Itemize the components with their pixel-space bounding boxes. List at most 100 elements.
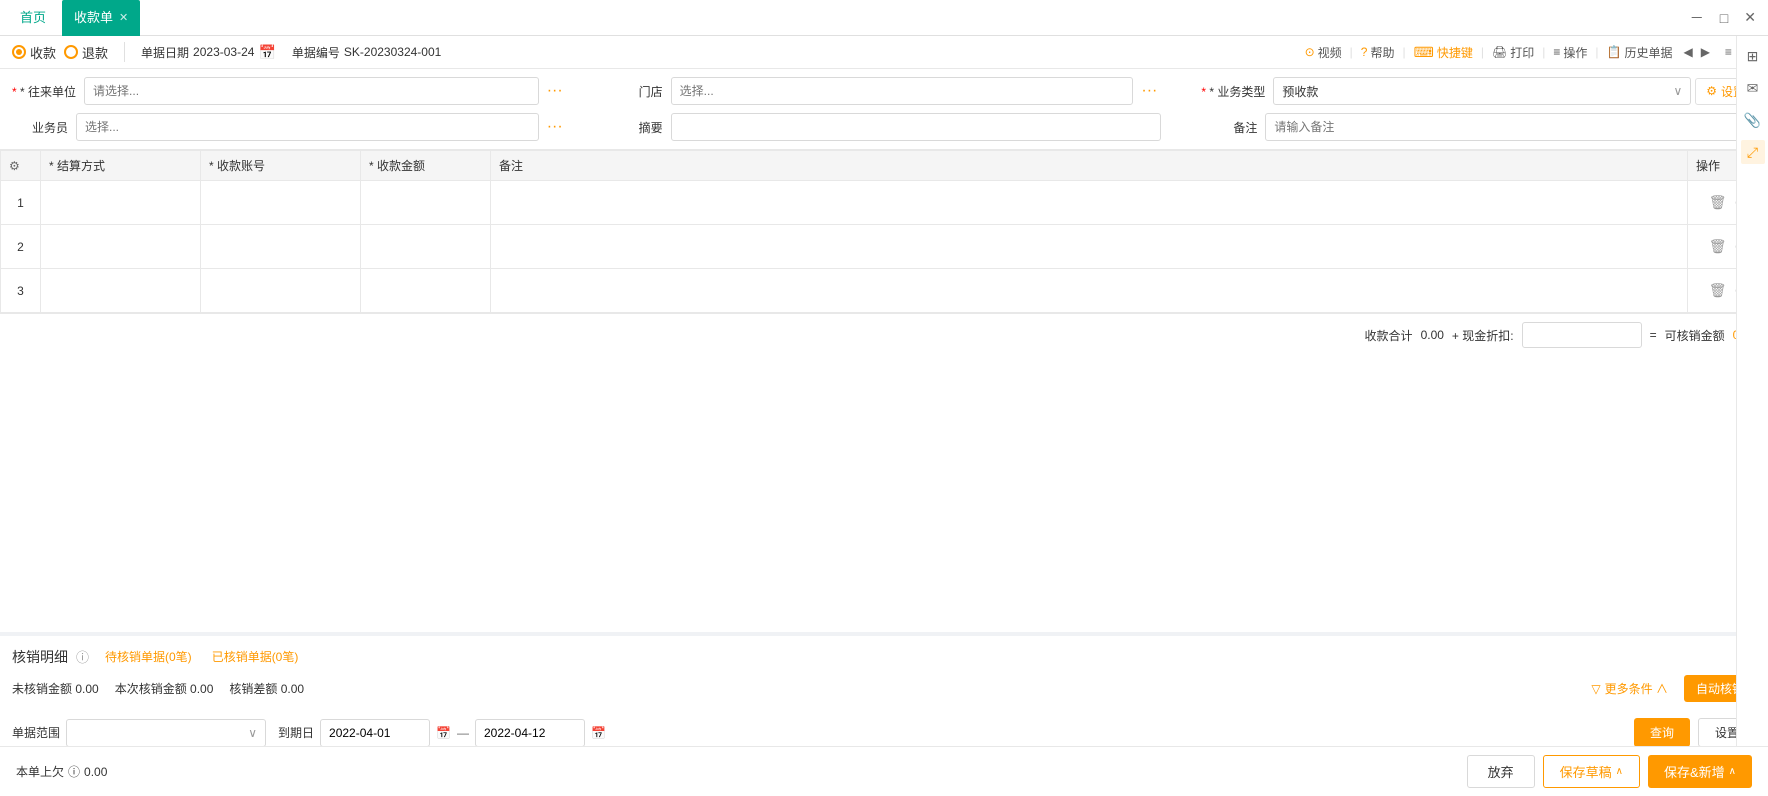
summary-input[interactable] xyxy=(671,113,1162,141)
row-num-3: 3 xyxy=(1,269,41,313)
receipt-type-radio-group: 收款 退款 xyxy=(12,43,108,62)
date-separator: — xyxy=(457,726,469,740)
sidebar-attach-icon[interactable]: 📎 xyxy=(1741,108,1765,132)
nav-next-btn[interactable]: ▶ xyxy=(1698,44,1713,60)
refund-radio-dot xyxy=(64,45,78,59)
cal-end-icon[interactable]: 📅 xyxy=(591,726,606,740)
business-type-select[interactable]: 预收款 ∨ xyxy=(1273,77,1691,105)
bill-no-field: 单据编号 SK-20230324-001 xyxy=(292,44,441,61)
refund-radio[interactable]: 退款 xyxy=(64,43,108,62)
business-type-label: * * 业务类型 xyxy=(1201,83,1269,100)
history-label: 历史单据 xyxy=(1624,44,1672,61)
account-input-2[interactable] xyxy=(201,225,360,268)
discount-input[interactable] xyxy=(1522,322,1642,348)
remark-group: 备注 xyxy=(1201,113,1756,141)
amount-cell-3[interactable] xyxy=(361,269,491,313)
table-gear-icon[interactable]: ⚙ xyxy=(9,159,20,173)
summary-group: 摘要 xyxy=(607,113,1162,141)
nav-prev-btn[interactable]: ◀ xyxy=(1680,44,1695,60)
range-filter-group: 单据范围 ∨ xyxy=(12,719,266,747)
shop-input[interactable] xyxy=(671,77,1134,105)
delete-btn-1[interactable]: 🗑 xyxy=(1709,194,1727,211)
help-action[interactable]: ? 帮助 xyxy=(1361,44,1395,61)
query-button[interactable]: 查询 xyxy=(1634,718,1690,747)
settings-icon: ⚙ xyxy=(1706,84,1717,98)
account-cell-1[interactable] xyxy=(201,181,361,225)
save-draft-button[interactable]: 保存草稿 ∧ xyxy=(1543,755,1640,788)
range-select[interactable]: ∨ xyxy=(66,719,266,747)
done-tab[interactable]: 已核销单据(0笔) xyxy=(204,646,307,667)
amount-input-1[interactable] xyxy=(361,181,490,224)
shortcut-label: 快捷键 xyxy=(1437,44,1473,61)
remark-input-2[interactable] xyxy=(491,225,1687,268)
sidebar-email-icon[interactable]: ✉ xyxy=(1741,76,1765,100)
print-icon: 🖨 xyxy=(1492,45,1507,59)
sidebar-expand-icon[interactable]: ⤢ xyxy=(1741,140,1765,164)
account-cell-3[interactable] xyxy=(201,269,361,313)
shortcut-action[interactable]: ⌨ 快捷键 xyxy=(1414,44,1473,61)
maximize-button[interactable]: □ xyxy=(1716,8,1732,28)
remark-cell-2[interactable] xyxy=(491,225,1688,269)
settlement-input-2[interactable] xyxy=(41,225,200,268)
amount-cell-2[interactable] xyxy=(361,225,491,269)
counterparty-more-btn[interactable]: ··· xyxy=(543,82,567,100)
tab-home[interactable]: 首页 xyxy=(8,0,58,36)
save-new-label: 保存&新增 xyxy=(1664,762,1725,781)
due-date-label: 到期日 xyxy=(278,724,314,741)
salesperson-input[interactable] xyxy=(76,113,539,141)
tab-receipt[interactable]: 收款单 ✕ xyxy=(62,0,140,36)
settlement-cell-3[interactable] xyxy=(41,269,201,313)
form-row-1: * * 往来单位 ··· 门店 ··· * * 业务类型 预收款 ∨ ⚙ xyxy=(12,77,1756,105)
remark-cell-3[interactable] xyxy=(491,269,1688,313)
due-date-end-input[interactable] xyxy=(475,719,585,747)
remark-cell-1[interactable] xyxy=(491,181,1688,225)
bill-no-value[interactable]: SK-20230324-001 xyxy=(344,45,441,59)
settlement-cell-2[interactable] xyxy=(41,225,201,269)
remark-input[interactable] xyxy=(1265,113,1756,141)
toolbar-right: ⊙ 视频 | ? 帮助 | ⌨ 快捷键 | 🖨 打印 | ≡ 操作 xyxy=(1305,43,1756,61)
cal-start-icon[interactable]: 📅 xyxy=(436,726,451,740)
current-amount-icon[interactable]: ⓘ xyxy=(68,763,80,780)
minimize-button[interactable]: － xyxy=(1686,6,1708,30)
history-action[interactable]: 📋 历史单据 xyxy=(1606,44,1672,61)
delete-btn-2[interactable]: 🗑 xyxy=(1709,238,1727,255)
delete-btn-3[interactable]: 🗑 xyxy=(1709,282,1727,299)
more-conditions-btn[interactable]: ▽ 更多条件 ∧ xyxy=(1591,680,1668,697)
settlement-input-3[interactable] xyxy=(41,269,200,312)
pending-tab[interactable]: 待核销单据(0笔) xyxy=(97,646,200,667)
salesperson-more-btn[interactable]: ··· xyxy=(543,118,567,136)
video-label: 视频 xyxy=(1318,44,1342,61)
footer-left: 本单上欠 ⓘ 0.00 xyxy=(16,763,107,780)
amount-cell-1[interactable] xyxy=(361,181,491,225)
amount-input-2[interactable] xyxy=(361,225,490,268)
current-verify-value: 0.00 xyxy=(190,682,213,696)
list-view-btn[interactable]: ≡ xyxy=(1721,43,1736,61)
account-input-1[interactable] xyxy=(201,181,360,224)
account-input-3[interactable] xyxy=(201,269,360,312)
tab-close-icon[interactable]: ✕ xyxy=(119,0,128,36)
due-date-start-input[interactable] xyxy=(320,719,430,747)
sidebar-table-icon[interactable]: ⊞ xyxy=(1741,44,1765,68)
tab-home-label: 首页 xyxy=(20,10,46,25)
remark-label: 备注 xyxy=(1201,119,1261,136)
video-action[interactable]: ⊙ 视频 xyxy=(1305,44,1342,61)
remark-input-1[interactable] xyxy=(491,181,1687,224)
counterparty-input[interactable] xyxy=(84,77,539,105)
receipt-radio[interactable]: 收款 xyxy=(12,43,56,62)
account-cell-2[interactable] xyxy=(201,225,361,269)
close-button[interactable]: ✕ xyxy=(1740,7,1760,28)
business-type-arrow: ∨ xyxy=(1673,84,1682,98)
info-icon[interactable]: ⓘ xyxy=(76,647,89,666)
print-action[interactable]: 🖨 打印 xyxy=(1492,44,1534,61)
summary-label: 摘要 xyxy=(607,119,667,136)
settlement-input-1[interactable] xyxy=(41,181,200,224)
bill-date-value[interactable]: 2023-03-24 xyxy=(193,45,254,59)
remark-input-3[interactable] xyxy=(491,269,1687,312)
operation-action[interactable]: ≡ 操作 xyxy=(1553,44,1587,61)
settlement-cell-1[interactable] xyxy=(41,181,201,225)
shop-more-btn[interactable]: ··· xyxy=(1137,82,1161,100)
discard-button[interactable]: 放弃 xyxy=(1467,755,1535,788)
save-new-button[interactable]: 保存&新增 ∧ xyxy=(1648,755,1752,788)
calendar-icon[interactable]: 📅 xyxy=(258,44,275,61)
amount-input-3[interactable] xyxy=(361,269,490,312)
